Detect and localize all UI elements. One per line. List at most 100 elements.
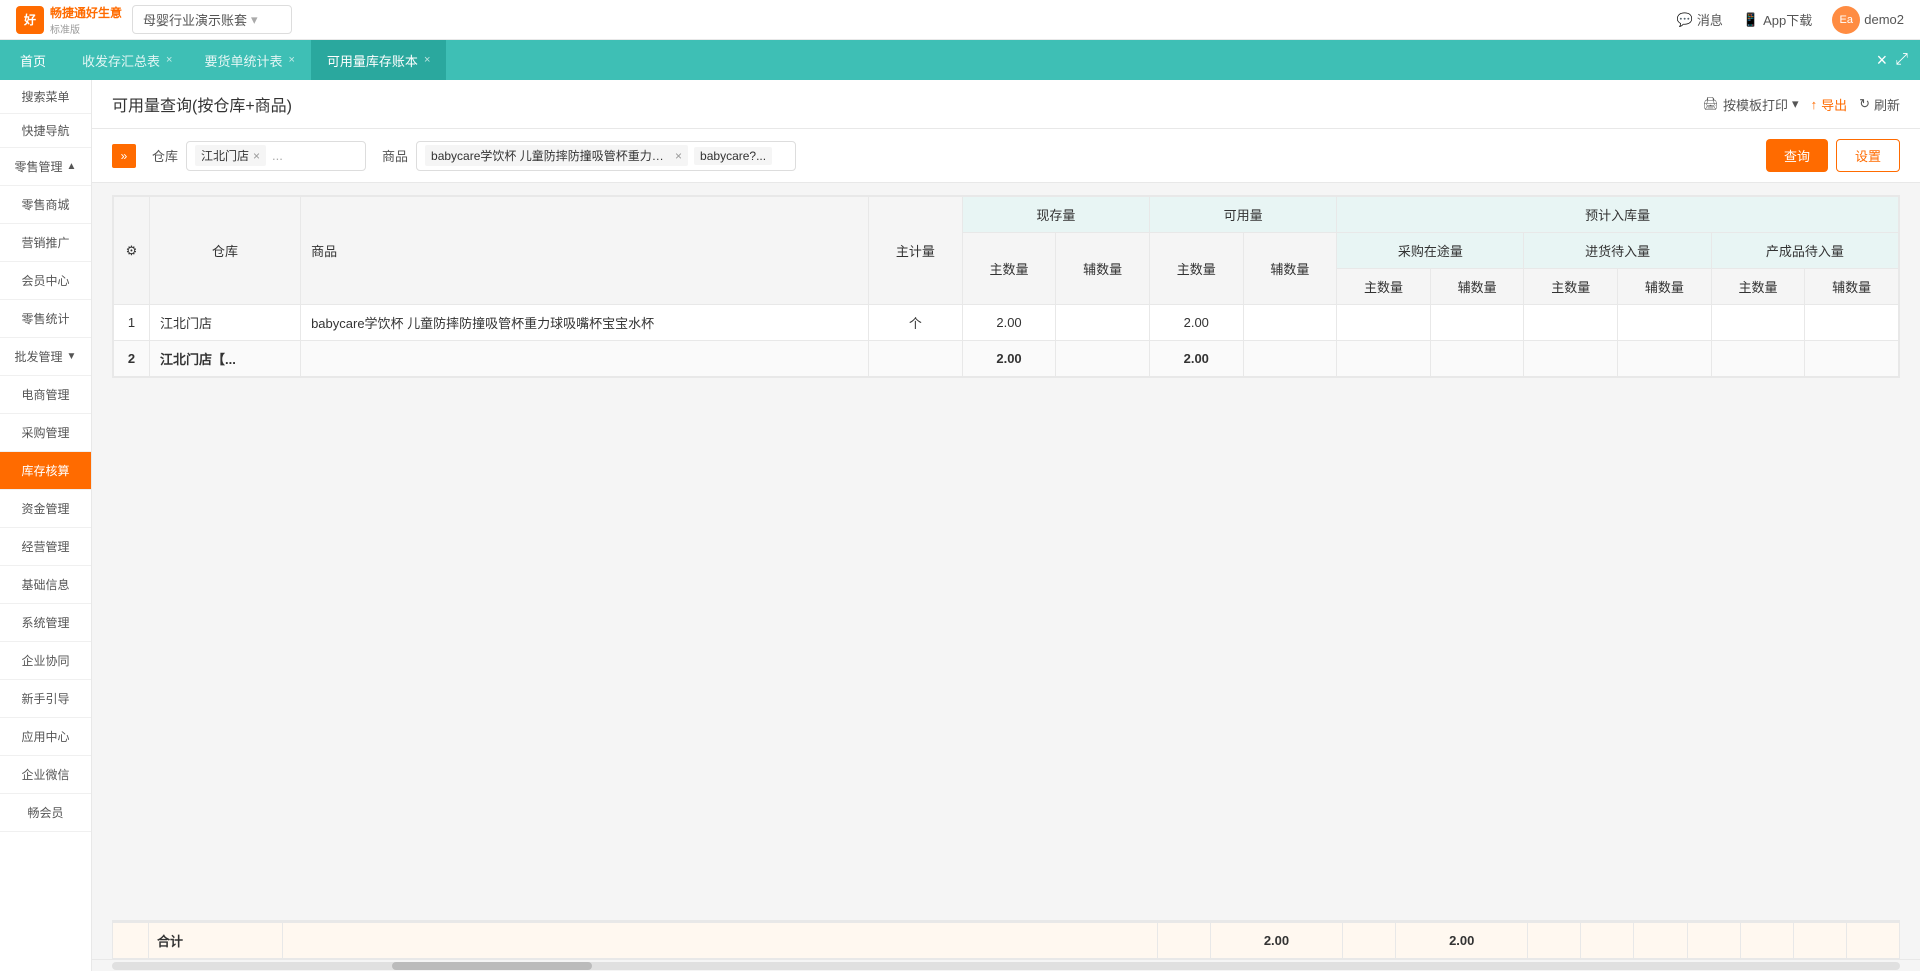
tab-available-ledger[interactable]: 可用量库存账本 × — [311, 40, 446, 80]
page-title: 可用量查询(按仓库+商品) — [112, 92, 292, 116]
row-1-purchase-transit-aux — [1430, 305, 1524, 341]
sidebar-item-member[interactable]: 畅会员 — [0, 794, 91, 832]
available-aux-qty-header: 辅数量 — [1243, 233, 1337, 305]
product-filter-group: 商品 babycare学饮杯 儿童防摔防撞吸管杯重力球吸嘴杯宝宝水杯 × bab… — [382, 141, 796, 171]
available-group-header: 可用量 — [1149, 197, 1336, 233]
row-2-inbound-pending-aux — [1618, 341, 1712, 377]
settings-button[interactable]: 设置 — [1836, 139, 1900, 172]
close-tab-order-stats[interactable]: × — [288, 54, 294, 66]
warehouse-col-header: 仓库 — [150, 197, 301, 305]
close-all-tabs-button[interactable]: × — [1877, 50, 1888, 71]
row-1-stock-aux — [1056, 305, 1150, 341]
sidebar-item-basic-info[interactable]: 基础信息 — [0, 566, 91, 604]
template-print-button[interactable]: 🖨 按模板打印 ▾ — [1703, 95, 1799, 114]
tenant-selector[interactable]: 母婴行业演示账套 ▾ — [132, 5, 292, 34]
sidebar-item-ops-mgmt[interactable]: 经营管理 — [0, 528, 91, 566]
purchase-transit-header: 采购在途量 — [1337, 233, 1524, 269]
row-1-index: 1 — [114, 305, 150, 341]
chevron-down-icon: ▾ — [251, 12, 258, 28]
sidebar: 搜索菜单 快捷导航 零售管理 ▲ 零售商城 营销推广 会员中心 零售统计 批发管… — [0, 80, 92, 971]
filter-area: » 仓库 江北门店 × ... 商品 babycare学饮杯 儿童防摔防撞吸管杯… — [92, 129, 1920, 183]
row-2-index: 2 — [114, 341, 150, 377]
sidebar-item-inventory-check[interactable]: 库存核算 — [0, 452, 91, 490]
sidebar-item-purchase-mgmt[interactable]: 采购管理 — [0, 414, 91, 452]
user-profile[interactable]: Ea demo2 — [1832, 6, 1904, 34]
product-pending-aux-header: 辅数量 — [1805, 269, 1899, 305]
sidebar-item-retail-mall[interactable]: 零售商城 — [0, 186, 91, 224]
inventory-table: ⚙ 仓库 商品 主计量 现存量 可用量 预计入库量 主数量 辅数量 — [113, 196, 1899, 377]
footer-stock-main: 2.00 — [1210, 923, 1342, 959]
tab-bar-actions: × ⤢ — [1877, 50, 1920, 71]
top-bar: 好 畅捷通好生意 标准版 母婴行业演示账套 ▾ 💬 消息 📱 App下载 Ea … — [0, 0, 1920, 40]
warehouse-filter-group: 仓库 江北门店 × ... — [152, 141, 366, 171]
export-button[interactable]: ↑ 导出 — [1811, 95, 1848, 114]
filter-actions: 查询 设置 — [1766, 139, 1900, 172]
logo: 好 畅捷通好生意 标准版 — [16, 4, 122, 36]
stock-main-qty-header: 主数量 — [962, 233, 1056, 305]
sidebar-item-retail-stats[interactable]: 零售统计 — [0, 300, 91, 338]
footer-product-pending-main — [1793, 923, 1846, 959]
export-icon: ↑ — [1811, 97, 1818, 112]
remove-product-tag-1[interactable]: × — [675, 149, 682, 163]
main-layout: 搜索菜单 快捷导航 零售管理 ▲ 零售商城 营销推广 会员中心 零售统计 批发管… — [0, 80, 1920, 971]
sidebar-item-wholesale-mgmt[interactable]: 批发管理 ▼ — [0, 338, 91, 376]
sidebar-item-finance-mgmt[interactable]: 资金管理 — [0, 490, 91, 528]
sidebar-item-enterprise-wechat[interactable]: 企业微信 — [0, 756, 91, 794]
scroll-thumb[interactable] — [392, 962, 592, 970]
sidebar-item-ecommerce-mgmt[interactable]: 电商管理 — [0, 376, 91, 414]
filter-expand-button[interactable]: » — [112, 144, 136, 168]
available-main-qty-header: 主数量 — [1149, 233, 1243, 305]
row-1-inbound-pending-aux — [1618, 305, 1712, 341]
sidebar-item-app-center[interactable]: 应用中心 — [0, 718, 91, 756]
row-1-main-unit: 个 — [869, 305, 963, 341]
product-pending-main-header: 主数量 — [1711, 269, 1805, 305]
sidebar-item-member-center[interactable]: 会员中心 — [0, 262, 91, 300]
sidebar-item-enterprise-collab[interactable]: 企业协同 — [0, 642, 91, 680]
horizontal-scrollbar[interactable] — [92, 959, 1920, 971]
product-pending-header: 产成品待入量 — [1711, 233, 1898, 269]
row-2-product-pending-aux — [1805, 341, 1899, 377]
sidebar-search[interactable]: 搜索菜单 — [0, 80, 91, 114]
close-tab-receive-summary[interactable]: × — [166, 54, 172, 66]
row-2-main-unit — [869, 341, 963, 377]
footer-available-main: 2.00 — [1396, 923, 1528, 959]
sidebar-item-marketing[interactable]: 营销推广 — [0, 224, 91, 262]
refresh-icon: ↻ — [1859, 96, 1870, 112]
stock-group-header: 现存量 — [962, 197, 1149, 233]
product-tag-2: babycare?... — [694, 147, 772, 165]
table-settings-header[interactable]: ⚙ — [114, 197, 150, 305]
refresh-button[interactable]: ↻ 刷新 — [1859, 95, 1900, 114]
footer-main-unit-col — [1157, 923, 1210, 959]
tab-order-stats[interactable]: 要货单统计表 × — [188, 40, 310, 80]
footer-product-pending-aux — [1846, 923, 1899, 959]
row-2-purchase-transit-aux — [1430, 341, 1524, 377]
app-download-button[interactable]: 📱 App下载 — [1743, 10, 1812, 29]
tab-receive-summary[interactable]: 收发存汇总表 × — [66, 40, 188, 80]
sidebar-item-retail-mgmt[interactable]: 零售管理 ▲ — [0, 148, 91, 186]
row-1-product-pending-aux — [1805, 305, 1899, 341]
sidebar-quick-nav[interactable]: 快捷导航 — [0, 114, 91, 148]
row-2-available-main: 2.00 — [1149, 341, 1243, 377]
purchase-transit-main-header: 主数量 — [1337, 269, 1431, 305]
tab-home[interactable]: 首页 — [0, 40, 66, 80]
footer-available-aux — [1528, 923, 1581, 959]
remove-warehouse-tag[interactable]: × — [253, 149, 260, 163]
phone-icon: 📱 — [1743, 12, 1759, 28]
sidebar-item-new-guide[interactable]: 新手引导 — [0, 680, 91, 718]
warehouse-input[interactable]: 江北门店 × ... — [186, 141, 366, 171]
row-2-stock-aux — [1056, 341, 1150, 377]
expand-tab-button[interactable]: ⤢ — [1895, 51, 1908, 69]
message-icon: 💬 — [1677, 12, 1693, 28]
query-button[interactable]: 查询 — [1766, 139, 1828, 172]
gear-icon: ⚙ — [126, 243, 138, 258]
row-2-available-aux — [1243, 341, 1337, 377]
sidebar-item-sys-mgmt[interactable]: 系统管理 — [0, 604, 91, 642]
chevron-up-icon: ▲ — [67, 161, 77, 172]
row-2-warehouse: 江北门店【... — [150, 341, 301, 377]
logo-icon: 好 — [16, 6, 44, 34]
warehouse-more-button[interactable]: ... — [272, 148, 283, 163]
expected-inbound-group-header: 预计入库量 — [1337, 197, 1899, 233]
product-input[interactable]: babycare学饮杯 儿童防摔防撞吸管杯重力球吸嘴杯宝宝水杯 × babyca… — [416, 141, 796, 171]
message-button[interactable]: 💬 消息 — [1677, 10, 1723, 29]
close-tab-available-ledger[interactable]: × — [424, 54, 430, 66]
